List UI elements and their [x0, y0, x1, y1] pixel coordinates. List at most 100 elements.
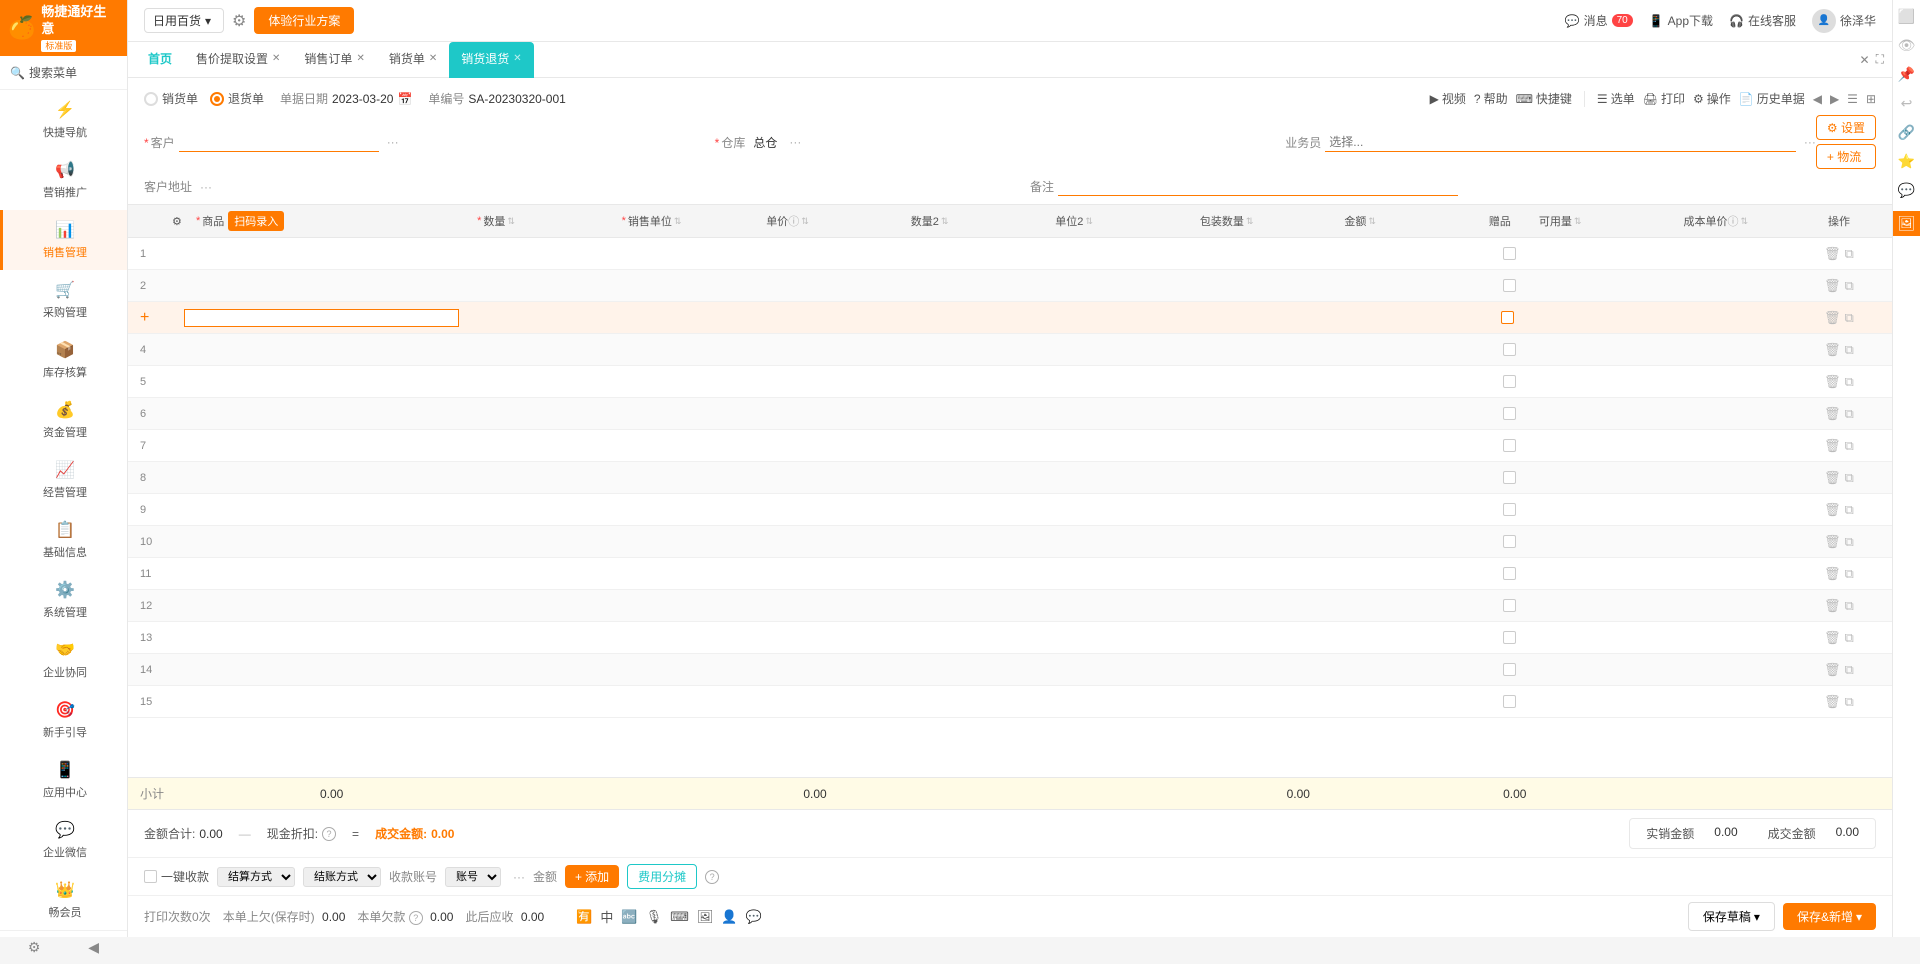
toolbar-operation[interactable]: ⚙ 操作: [1693, 90, 1731, 107]
toolbar-icon-1[interactable]: 🈶: [576, 909, 592, 925]
cost-info-icon[interactable]: ⓘ: [1727, 213, 1738, 229]
online-support-btn[interactable]: 🎧 在线客服: [1729, 12, 1796, 29]
row-6-delete-icon[interactable]: 🗑: [1824, 406, 1841, 422]
toolbar-select[interactable]: ☰ 选单: [1597, 90, 1635, 107]
right-panel-icon-1[interactable]: ⬜: [1898, 8, 1915, 25]
close-all-icon[interactable]: ✕: [1860, 53, 1870, 67]
view-list-icon[interactable]: ☰: [1847, 92, 1858, 106]
toolbar-icon-5[interactable]: ⌨: [670, 909, 689, 925]
account-select[interactable]: 账号: [445, 867, 501, 887]
toolbar-video[interactable]: ▶ 视频: [1430, 90, 1466, 107]
sidebar-item-wechat[interactable]: 💬 企业微信: [0, 810, 127, 870]
app-download-btn[interactable]: 📱 App下载: [1649, 12, 1713, 29]
tab-close-price-settings[interactable]: ✕: [272, 53, 280, 64]
add-payment-btn[interactable]: + 添加: [565, 865, 619, 888]
right-panel-icon-4[interactable]: ↩: [1901, 95, 1913, 112]
sidebar-item-system[interactable]: ⚙️ 系统管理: [0, 570, 127, 630]
sidebar-item-search[interactable]: 🔍 搜索菜单: [0, 56, 127, 90]
unit2-sort-icon[interactable]: ⇅: [1085, 216, 1093, 227]
logistics-btn[interactable]: + 物流: [1816, 144, 1876, 169]
topbar-gear-icon[interactable]: ⚙: [232, 11, 246, 31]
radio-sales-delivery[interactable]: 销货单: [144, 90, 198, 107]
experience-btn[interactable]: 体验行业方案: [254, 7, 354, 34]
row-7-delete-icon[interactable]: 🗑: [1824, 438, 1841, 454]
row-9-delete-icon[interactable]: 🗑: [1824, 502, 1841, 518]
sidebar-item-inventory[interactable]: 📦 库存核算: [0, 330, 127, 390]
account-more-icon[interactable]: ···: [513, 870, 525, 884]
tab-close-sales-delivery[interactable]: ✕: [429, 53, 437, 64]
row-11-copy-icon[interactable]: ⧉: [1845, 566, 1854, 582]
row-5-delete-icon[interactable]: 🗑: [1824, 374, 1841, 390]
row-3-copy-icon[interactable]: ⧉: [1845, 310, 1854, 326]
row-3-product[interactable]: [180, 309, 463, 327]
nav-prev-icon[interactable]: ◀: [1813, 92, 1822, 106]
summary-method-select[interactable]: 结账方式: [303, 867, 381, 887]
debt-help-icon[interactable]: ?: [409, 911, 423, 925]
row-10-delete-icon[interactable]: 🗑: [1824, 534, 1841, 550]
row-2-delete-icon[interactable]: 🗑: [1824, 278, 1841, 294]
toolbar-icon-8[interactable]: 💬: [746, 909, 762, 925]
toolbar-icon-6[interactable]: 🖼: [697, 909, 714, 925]
right-panel-icon-7[interactable]: 💬: [1898, 182, 1915, 199]
available-sort-icon[interactable]: ⇅: [1574, 216, 1582, 227]
right-panel-icon-5[interactable]: 🔗: [1898, 124, 1915, 141]
toolbar-icon-7[interactable]: 👤: [721, 909, 737, 925]
pack-sort-icon[interactable]: ⇅: [1246, 216, 1254, 227]
right-panel-icon-2[interactable]: 👁: [1898, 37, 1916, 54]
price-info-icon[interactable]: ⓘ: [788, 213, 799, 229]
qty2-sort-icon[interactable]: ⇅: [941, 216, 949, 227]
sidebar-item-purchase[interactable]: 🛒 采购管理: [0, 270, 127, 330]
customer-more-icon[interactable]: ···: [387, 135, 399, 149]
sidebar-item-newguide[interactable]: 🎯 新手引导: [0, 690, 127, 750]
toolbar-history[interactable]: 📄 历史单据: [1739, 90, 1805, 107]
calc-method-select[interactable]: 结算方式: [217, 867, 295, 887]
row-8-delete-icon[interactable]: 🗑: [1824, 470, 1841, 486]
radio-sales-return[interactable]: 退货单: [210, 90, 264, 107]
user-profile[interactable]: 👤 徐泽华: [1812, 9, 1876, 33]
row-12-delete-icon[interactable]: 🗑: [1824, 598, 1841, 614]
nav-next-icon[interactable]: ▶: [1830, 92, 1839, 106]
row-14-delete-icon[interactable]: 🗑: [1824, 662, 1841, 678]
row-4-delete-icon[interactable]: 🗑: [1824, 342, 1841, 358]
toolbar-print[interactable]: 🖨 打印: [1643, 90, 1685, 107]
toolbar-icon-4[interactable]: 🎙: [646, 909, 663, 925]
tab-sales-return[interactable]: 销货退货 ✕: [449, 42, 533, 78]
sidebar-item-appcenter[interactable]: 📱 应用中心: [0, 750, 127, 810]
row-6-copy-icon[interactable]: ⧉: [1845, 406, 1854, 422]
row-14-copy-icon[interactable]: ⧉: [1845, 662, 1854, 678]
row-7-copy-icon[interactable]: ⧉: [1845, 438, 1854, 454]
maximize-icon[interactable]: ⛶: [1876, 52, 1884, 67]
tab-close-sales-return[interactable]: ✕: [513, 53, 521, 64]
tab-sales-delivery[interactable]: 销货单 ✕: [377, 42, 449, 78]
toolbar-shortcut[interactable]: ⌨ 快捷键: [1516, 90, 1572, 107]
discount-help-icon[interactable]: ?: [322, 827, 336, 841]
row-5-copy-icon[interactable]: ⧉: [1845, 374, 1854, 390]
save-new-btn[interactable]: 保存&新增 ▾: [1783, 903, 1876, 930]
tab-home[interactable]: 首页: [136, 42, 184, 78]
sidebar-item-marketing[interactable]: 📢 营销推广: [0, 150, 127, 210]
row-8-copy-icon[interactable]: ⧉: [1845, 470, 1854, 486]
row-9-copy-icon[interactable]: ⧉: [1845, 502, 1854, 518]
customer-input[interactable]: [179, 133, 379, 152]
cost-sort-icon[interactable]: ⇅: [1740, 216, 1748, 227]
row-2-copy-icon[interactable]: ⧉: [1845, 278, 1854, 294]
amount-sort-icon[interactable]: ⇅: [1368, 216, 1376, 227]
row-12-copy-icon[interactable]: ⧉: [1845, 598, 1854, 614]
sidebar-item-sales[interactable]: 📊 销售管理: [0, 210, 127, 270]
tab-sales-order[interactable]: 销售订单 ✕: [292, 42, 376, 78]
settings-btn[interactable]: ⚙ 设置: [1816, 115, 1876, 140]
qty-sort-icon[interactable]: ⇅: [507, 216, 515, 227]
sidebar-item-operation[interactable]: 📈 经营管理: [0, 450, 127, 510]
row-3-delete-icon[interactable]: 🗑: [1824, 310, 1841, 326]
calendar-icon[interactable]: 📅: [397, 92, 412, 106]
sidebar-item-basic[interactable]: 📋 基础信息: [0, 510, 127, 570]
view-grid-icon[interactable]: ⊞: [1866, 92, 1876, 106]
row-11-delete-icon[interactable]: 🗑: [1824, 566, 1841, 582]
row-10-copy-icon[interactable]: ⧉: [1845, 534, 1854, 550]
right-panel-icon-3[interactable]: 📌: [1898, 66, 1915, 83]
row-1-delete-icon[interactable]: 🗑: [1824, 246, 1841, 262]
toolbar-help[interactable]: ? 帮助: [1474, 90, 1508, 107]
row-4-copy-icon[interactable]: ⧉: [1845, 342, 1854, 358]
row-13-copy-icon[interactable]: ⧉: [1845, 630, 1854, 646]
row-15-copy-icon[interactable]: ⧉: [1845, 694, 1854, 710]
